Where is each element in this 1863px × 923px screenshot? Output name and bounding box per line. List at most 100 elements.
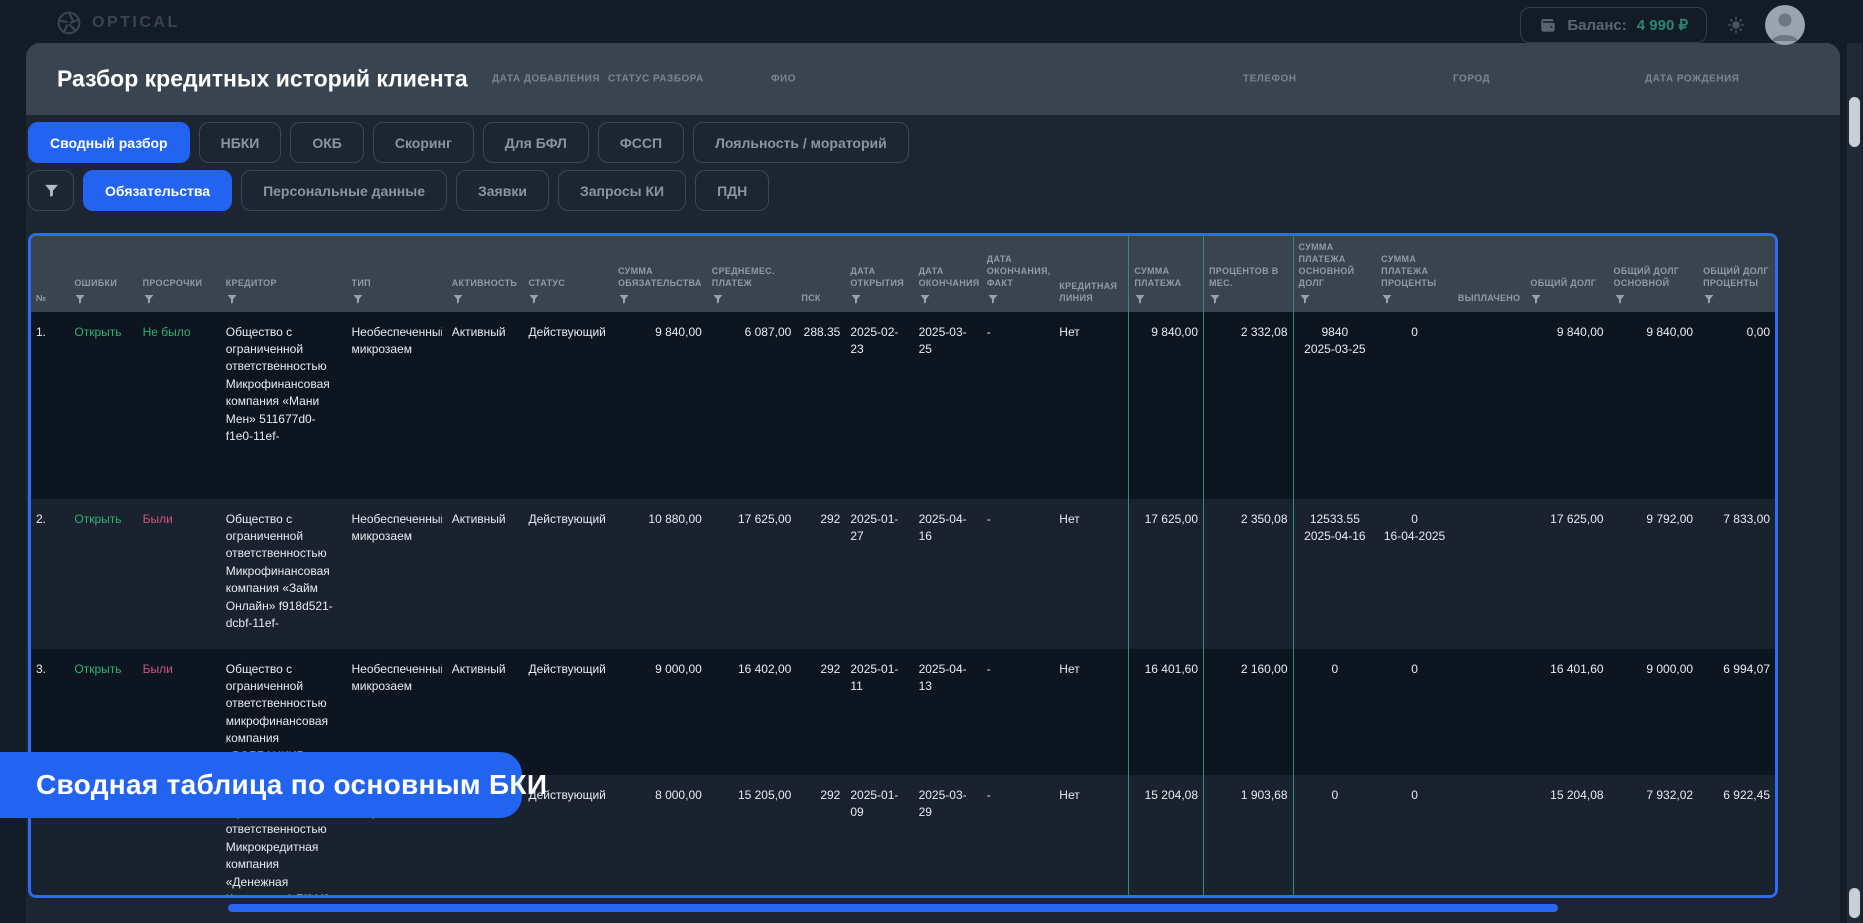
column-header-num: №	[31, 236, 70, 312]
cell-status: Действующий	[523, 311, 613, 499]
cell-status: Действующий	[523, 498, 613, 649]
filter-icon[interactable]	[352, 293, 442, 305]
cell-paid	[1452, 498, 1526, 649]
cell-total_interest: 0,00	[1698, 311, 1775, 499]
column-label-date_end: ДАТА ОКОНЧАНИЯ	[918, 266, 980, 289]
tab-pdn[interactable]: ПДН	[695, 170, 770, 211]
vertical-scrollbar-thumb[interactable]	[1849, 97, 1860, 147]
client-list-header-0: ДАТА ДОБАВЛЕНИЯ	[492, 73, 601, 85]
cell-total_debt: 15 204,08	[1525, 774, 1609, 895]
column-header-amount: СУММА ОБЯЗАТЕЛЬСТВА	[613, 236, 707, 312]
tab-loyalnost-moratoriy[interactable]: Лояльность / мораторий	[693, 122, 909, 163]
open-errors-link[interactable]: Открыть	[74, 512, 121, 526]
column-label-creditor: КРЕДИТОР	[225, 278, 277, 289]
cell-credit_line: Нет	[1054, 648, 1129, 775]
column-header-status: СТАТУС	[523, 236, 613, 312]
filter-icon[interactable]	[618, 293, 702, 305]
horizontal-scrollbar-thumb[interactable]	[228, 904, 1558, 912]
cell-date_end_fact: -	[981, 311, 1055, 499]
filter-icon[interactable]	[452, 293, 519, 305]
cell-amount: 9 000,00	[613, 648, 707, 775]
cell-payment_interest: 0	[1376, 311, 1453, 499]
tab-fssp[interactable]: ФССП	[597, 122, 685, 163]
filter-icon[interactable]	[528, 293, 608, 305]
cell-payment_sum: 9 840,00	[1128, 311, 1204, 499]
tab-svodny-razbor[interactable]: Сводный разбор	[28, 122, 190, 163]
open-errors-link[interactable]: Открыть	[74, 662, 121, 676]
cell-num: 2.	[31, 498, 70, 649]
filter-icon[interactable]	[1381, 293, 1448, 305]
vertical-scrollbar[interactable]	[1847, 43, 1862, 923]
filter-icon[interactable]	[74, 293, 132, 305]
cell-date_open: 2025-01-09	[845, 774, 914, 895]
client-list-header-2: ФИО	[771, 73, 797, 85]
filter-icon[interactable]	[712, 293, 792, 305]
filter-icon[interactable]	[226, 293, 342, 305]
info-banner-text: Сводная таблица по основным БКИ	[36, 769, 548, 800]
tab-nbki[interactable]: НБКИ	[198, 122, 282, 163]
open-errors-link[interactable]: Открыть	[74, 325, 121, 339]
filter-icon[interactable]	[1614, 293, 1694, 305]
column-header-date_end_fact: ДАТА ОКОНЧАНИЯ, ФАКТ	[981, 236, 1055, 312]
cell-total_debt: 9 840,00	[1525, 311, 1609, 499]
tab-zayavki[interactable]: Заявки	[455, 170, 549, 211]
tab-skoring[interactable]: Скоринг	[372, 122, 474, 163]
cell-payment_principal: 12533.55 2025-04-16	[1293, 498, 1377, 649]
filter-icon[interactable]	[1209, 293, 1288, 305]
vertical-scrollbar-bottom-thumb[interactable]	[1849, 888, 1860, 918]
user-avatar[interactable]	[1765, 5, 1805, 45]
filter-icon[interactable]	[919, 293, 977, 305]
cell-total_interest: 7 833,00	[1698, 498, 1775, 649]
cell-psk: 288.35	[796, 311, 846, 499]
filter-icon[interactable]	[1299, 293, 1372, 305]
cell-payment_principal: 0	[1293, 648, 1377, 775]
column-label-payment_interest: СУММА ПЛАТЕЖА ПРОЦЕНТЫ	[1381, 254, 1437, 289]
filter-icon[interactable]	[987, 293, 1049, 305]
filter-icon[interactable]	[1134, 293, 1198, 305]
client-header-strip: Разбор кредитных историй клиента ДАТА ДО…	[26, 43, 1840, 115]
cell-total_interest: 6 922,45	[1698, 774, 1775, 895]
tab-dlya-bfl[interactable]: Для БФЛ	[482, 122, 589, 163]
cell-credit_line: Нет	[1054, 311, 1129, 499]
topbar: OPTICAL Баланс: 4 990 ₽	[0, 0, 1863, 46]
column-label-paid: ВЫПЛАЧЕНО	[1457, 293, 1521, 304]
column-header-payment_sum: СУММА ПЛАТЕЖА	[1128, 236, 1204, 312]
column-label-errors: ОШИБКИ	[74, 278, 118, 289]
brand: OPTICAL	[56, 10, 180, 36]
cell-psk: 292	[796, 774, 846, 895]
tab-zaprosy-ki[interactable]: Запросы КИ	[557, 170, 687, 211]
column-header-total_principal: ОБЩИЙ ДОЛГ ОСНОВНОЙ	[1608, 236, 1699, 312]
cell-num: 1.	[31, 311, 70, 499]
column-label-date_open: ДАТА ОТКРЫТИЯ	[850, 266, 904, 289]
cell-payment_interest: 0	[1376, 648, 1453, 775]
table-row: 2. Открыть Были Общество с ограниченной отв…	[31, 498, 1775, 649]
filter-icon[interactable]	[1530, 293, 1603, 305]
theme-toggle-sun-icon[interactable]	[1727, 16, 1745, 34]
filter-icon[interactable]	[1703, 293, 1770, 305]
cell-amount: 8 000,00	[613, 774, 707, 895]
column-label-date_end_fact: ДАТА ОКОНЧАНИЯ, ФАКТ	[986, 254, 1051, 289]
filter-icon[interactable]	[850, 293, 908, 305]
balance-chip[interactable]: Баланс: 4 990 ₽	[1520, 7, 1707, 43]
tab-obyazatelstva[interactable]: Обязательства	[83, 170, 233, 211]
cell-status: Действующий	[523, 648, 613, 775]
column-header-payment_principal: СУММА ПЛАТЕЖА ОСНОВНОЙ ДОЛГ	[1293, 236, 1377, 312]
cell-paid	[1452, 648, 1526, 775]
tab-personalnye-dannye[interactable]: Персональные данные	[241, 170, 447, 211]
cell-payment_interest: 0	[1376, 774, 1453, 895]
cell-psk: 292	[796, 648, 846, 775]
filter-icon[interactable]	[143, 293, 216, 305]
cell-activity: Активный	[446, 498, 524, 649]
column-header-creditor: КРЕДИТОР	[220, 236, 347, 312]
column-label-status: СТАТУС	[528, 278, 566, 289]
cell-date_end_fact: -	[981, 648, 1055, 775]
cell-type: Необеспеченный микрозаем	[346, 498, 447, 649]
filter-button[interactable]	[28, 170, 74, 211]
cell-payment_principal: 0	[1293, 774, 1377, 895]
cell-percent_month: 1 903,68	[1203, 774, 1294, 895]
cell-payment_sum: 17 625,00	[1128, 498, 1204, 649]
cell-date_open: 2025-02-23	[845, 311, 914, 499]
cell-creditor: Общество с ограниченной ответственностью…	[220, 498, 347, 649]
column-label-type: ТИП	[351, 278, 371, 289]
tab-okb[interactable]: ОКБ	[290, 122, 364, 163]
